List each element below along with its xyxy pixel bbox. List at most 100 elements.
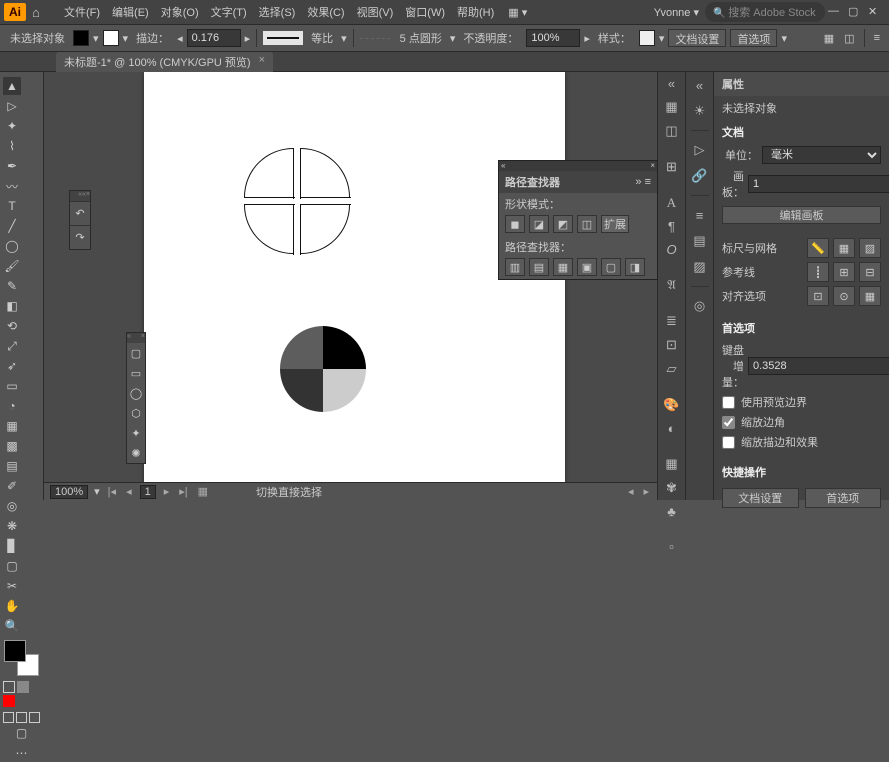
free-transform-tool[interactable]: ▭: [3, 377, 21, 395]
magic-wand-tool[interactable]: ✦: [3, 117, 21, 135]
ellipse-tool-icon[interactable]: ◯: [127, 383, 145, 403]
first-artboard-icon[interactable]: |◂: [106, 485, 118, 498]
align-icon[interactable]: ▦: [821, 32, 837, 45]
slice-tool[interactable]: ✂: [3, 577, 21, 595]
prev-artboard-icon[interactable]: ◂: [124, 485, 134, 498]
exclude-button[interactable]: ◫: [577, 215, 597, 233]
zoom-tool[interactable]: 🔍: [3, 617, 21, 635]
brush-chevron[interactable]: ▾: [450, 32, 456, 45]
brush-preview[interactable]: [360, 38, 390, 39]
pen-tool[interactable]: ✒: [3, 157, 21, 175]
layers-panel-icon[interactable]: ≣: [663, 313, 681, 329]
expand-strip-icon[interactable]: «: [663, 76, 681, 91]
quarter-arc-top-right[interactable]: [301, 148, 350, 197]
fill-stroke-colors[interactable]: [4, 640, 39, 676]
panel-close-icon[interactable]: ×: [86, 191, 90, 201]
shaper-tool[interactable]: ✎: [3, 277, 21, 295]
eyedropper-tool[interactable]: ✐: [3, 477, 21, 495]
gradient-mode[interactable]: [17, 681, 29, 693]
quarter-arc-bottom-left[interactable]: [244, 205, 293, 254]
guides-icon-1[interactable]: ┋: [807, 262, 829, 282]
color-mode[interactable]: [3, 681, 15, 693]
pie-circle[interactable]: [280, 326, 366, 412]
menu-edit[interactable]: 编辑(E): [106, 0, 155, 24]
stroke-swatch-chevron[interactable]: ▾: [123, 32, 129, 45]
links-panel-icon[interactable]: 🔗: [691, 167, 709, 185]
paintbrush-tool[interactable]: 🖌: [3, 257, 21, 275]
home-icon[interactable]: ⌂: [32, 5, 50, 20]
trim-button[interactable]: ▤: [529, 258, 549, 276]
menu-help[interactable]: 帮助(H): [451, 0, 500, 24]
scroll-left-icon[interactable]: ◂: [626, 485, 636, 498]
intersect-button[interactable]: ◩: [553, 215, 573, 233]
flare-tool-icon[interactable]: ✺: [127, 443, 145, 463]
paragraph-panel-icon[interactable]: ¶: [663, 219, 681, 234]
color-guide-panel-icon[interactable]: ◐: [663, 421, 681, 436]
none-mode[interactable]: [3, 695, 15, 707]
style-chevron[interactable]: ▾: [659, 32, 665, 45]
opentype-panel-icon[interactable]: O: [663, 242, 681, 257]
perspective-grid-tool[interactable]: ▦: [3, 417, 21, 435]
mesh-tool[interactable]: ▩: [3, 437, 21, 455]
user-name[interactable]: Yvonne ▾: [654, 6, 699, 19]
shape-builder-tool[interactable]: ◔: [3, 397, 21, 415]
snap-pixel-icon[interactable]: ⊡: [807, 286, 829, 306]
next-artboard-icon[interactable]: ▸: [162, 485, 172, 498]
guides-icon-2[interactable]: ⊞: [833, 262, 855, 282]
grid-icon[interactable]: ▦: [833, 238, 855, 258]
fill-swatch-chevron[interactable]: ▾: [93, 32, 99, 45]
doc-setup-quick-button[interactable]: 文档设置: [722, 488, 799, 508]
eraser-tool[interactable]: ◧: [3, 297, 21, 315]
document-tab[interactable]: 未标题-1* @ 100% (CMYK/GPU 预览) ×: [56, 52, 273, 72]
glyphs-panel-icon[interactable]: 𝔄: [663, 277, 681, 293]
flyout-grip-icon[interactable]: «: [127, 333, 131, 343]
menu-object[interactable]: 对象(O): [155, 0, 205, 24]
screen-mode[interactable]: ▢: [3, 724, 40, 742]
stroke-panel-icon[interactable]: ≡: [691, 206, 709, 224]
stroke-weight-input[interactable]: [187, 29, 241, 47]
tab-close-icon[interactable]: ×: [259, 54, 265, 70]
gradient-tool[interactable]: ▤: [3, 457, 21, 475]
pathfinder-panel-icon[interactable]: ◫: [663, 123, 681, 139]
panel-expand-icon[interactable]: »: [635, 176, 641, 188]
quarter-arc-bottom-right[interactable]: [301, 205, 350, 254]
scale-tool[interactable]: ⤢: [3, 337, 21, 355]
divide-button[interactable]: ▥: [505, 258, 525, 276]
menu-view[interactable]: 视图(V): [351, 0, 400, 24]
redo-icon[interactable]: ↷: [70, 225, 90, 249]
artboard-nav-icon[interactable]: ▦: [196, 485, 210, 498]
artboard-number-field[interactable]: 1: [140, 485, 156, 499]
units-select[interactable]: 毫米: [762, 146, 881, 164]
scale-corners-checkbox[interactable]: 缩放边角: [714, 412, 889, 432]
artboards-panel-icon[interactable]: ▱: [663, 361, 681, 377]
asset-panel-icon[interactable]: ⊡: [663, 337, 681, 353]
curvature-tool[interactable]: 〰: [3, 177, 21, 195]
canvas-area[interactable]: ««× ↶ ↷ «× ▢ ▭ ◯ ⬡ ✦ ✺ 100% ▾ |◂ ◂ 1 ▸ ▸…: [44, 72, 657, 500]
arrange-documents-icon[interactable]: ▦ ▾: [500, 6, 535, 19]
undo-icon[interactable]: ↶: [70, 201, 90, 225]
line-tool[interactable]: ╱: [3, 217, 21, 235]
stepper-down[interactable]: ◂: [177, 32, 183, 45]
direct-selection-tool[interactable]: ▷: [3, 97, 21, 115]
artboard-input[interactable]: [748, 175, 889, 193]
scale-strokes-checkbox[interactable]: 缩放描边和效果: [714, 432, 889, 452]
panel-collapse-icon[interactable]: «: [501, 161, 505, 171]
fill-swatch[interactable]: [73, 30, 89, 46]
transparency-panel-icon[interactable]: ▨: [691, 258, 709, 276]
transform-icon[interactable]: ◫: [841, 32, 857, 45]
width-tool[interactable]: ➶: [3, 357, 21, 375]
symbol-sprayer-tool[interactable]: ❋: [3, 517, 21, 535]
symbols-panel-icon[interactable]: ♣: [663, 504, 681, 519]
crop-button[interactable]: ▣: [577, 258, 597, 276]
star-tool-icon[interactable]: ✦: [127, 423, 145, 443]
stroke-style-chevron[interactable]: ▾: [341, 32, 347, 45]
minus-front-button[interactable]: ◪: [529, 215, 549, 233]
appearance-panel-icon[interactable]: ☀: [691, 102, 709, 120]
rotate-tool[interactable]: ⟲: [3, 317, 21, 335]
quarter-arc-top-left[interactable]: [244, 148, 293, 197]
use-preview-bounds-checkbox[interactable]: 使用预览边界: [714, 392, 889, 412]
edit-toolbar[interactable]: ⋯: [3, 744, 40, 762]
draw-normal[interactable]: [3, 712, 14, 723]
transform-panel-icon[interactable]: ⊞: [663, 159, 681, 175]
ellipse-tool[interactable]: ◯: [3, 237, 21, 255]
